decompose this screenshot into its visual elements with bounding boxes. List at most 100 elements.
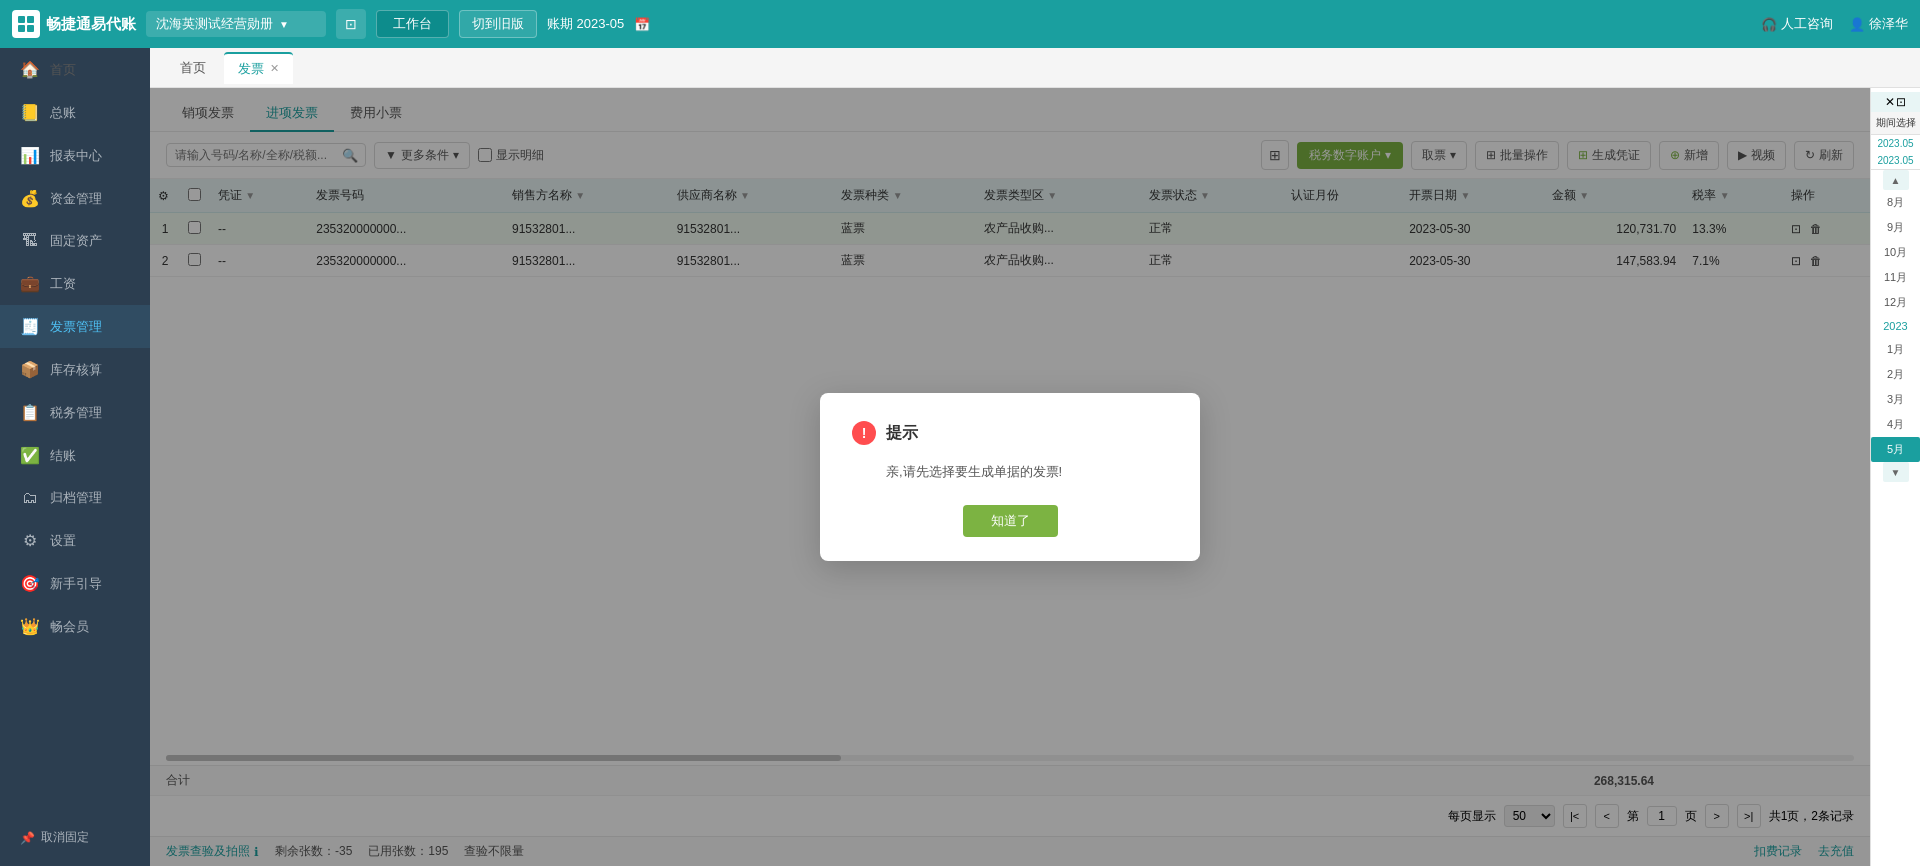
period-label: 账期 2023-05 (547, 15, 624, 33)
modal-body: 亲,请先选择要生成单据的发票! (852, 463, 1168, 481)
tab-home-label: 首页 (180, 59, 206, 77)
user-item[interactable]: 👤 徐泽华 (1849, 15, 1908, 33)
company-copy-icon[interactable]: ⊡ (336, 9, 366, 39)
tab-invoice[interactable]: 发票 ✕ (224, 52, 293, 84)
period-header-2: 2023.05 (1871, 152, 1920, 170)
period-12[interactable]: 12月 (1871, 290, 1920, 315)
sidebar-label-member: 畅会员 (50, 618, 89, 636)
support-label: 人工咨询 (1781, 15, 1833, 33)
top-right-area: 🎧 人工咨询 👤 徐泽华 (1761, 15, 1908, 33)
sidebar-item-inventory[interactable]: 📦 库存核算 (0, 348, 150, 391)
period-1[interactable]: 1月 (1871, 337, 1920, 362)
sidebar-item-home[interactable]: 🏠 首页 (0, 48, 150, 91)
modal-title-bar: ! 提示 (852, 421, 1168, 445)
sidebar-item-reports[interactable]: 📊 报表中心 (0, 134, 150, 177)
salary-icon: 💼 (20, 274, 40, 293)
modal-title-text: 提示 (886, 423, 918, 444)
app-title: 畅捷通易代账 (46, 15, 136, 34)
sidebar-label-inventory: 库存核算 (50, 361, 102, 379)
archive-icon: 🗂 (20, 489, 40, 507)
app-container: 畅捷通易代账 沈海英测试经营勋册 ▼ ⊡ 工作台 切到旧版 账期 2023-05… (0, 0, 1920, 866)
period-3[interactable]: 3月 (1871, 387, 1920, 412)
modal-ok-button[interactable]: 知道了 (963, 505, 1058, 537)
period-scroll-down[interactable]: ▼ (1883, 462, 1909, 482)
support-item[interactable]: 🎧 人工咨询 (1761, 15, 1833, 33)
sidebar-item-guide[interactable]: 🎯 新手引导 (0, 562, 150, 605)
warning-symbol: ! (862, 425, 867, 441)
content-wrapper: 首页 发票 ✕ 销项发票 进项发票 (150, 48, 1920, 866)
sidebar-item-funds[interactable]: 💰 资金管理 (0, 177, 150, 220)
period-8[interactable]: 8月 (1871, 190, 1920, 215)
modal-message: 亲,请先选择要生成单据的发票! (886, 464, 1062, 479)
tab-invoice-label: 发票 (238, 60, 264, 78)
sidebar-label-settings: 设置 (50, 532, 76, 550)
modal-overlay: ! 提示 亲,请先选择要生成单据的发票! 知道了 (150, 88, 1870, 866)
sidebar-item-invoice[interactable]: 🧾 发票管理 (0, 305, 150, 348)
sidebar: 🏠 首页 📒 总账 📊 报表中心 💰 资金管理 🏗 固定资产 💼 工资 (0, 48, 150, 866)
period-11[interactable]: 11月 (1871, 265, 1920, 290)
sidebar-label-ledger: 总账 (50, 104, 76, 122)
period-scroll-up[interactable]: ▲ (1883, 170, 1909, 190)
switch-version-button[interactable]: 切到旧版 (459, 10, 537, 38)
pin-icon: 📌 (20, 831, 35, 845)
settings-icon: ⚙ (20, 531, 40, 550)
period-10[interactable]: 10月 (1871, 240, 1920, 265)
company-selector[interactable]: 沈海英测试经营勋册 ▼ (146, 11, 326, 37)
modal-dialog: ! 提示 亲,请先选择要生成单据的发票! 知道了 (820, 393, 1200, 561)
page-content: 销项发票 进项发票 费用小票 🔍 (150, 88, 1870, 866)
home-icon: 🏠 (20, 60, 40, 79)
sidebar-label-archive: 归档管理 (50, 489, 102, 507)
member-icon: 👑 (20, 617, 40, 636)
tab-home[interactable]: 首页 (166, 53, 220, 83)
workspace-button[interactable]: 工作台 (376, 10, 449, 38)
reports-icon: 📊 (20, 146, 40, 165)
guide-icon: 🎯 (20, 574, 40, 593)
period-year-2023[interactable]: 2023 (1871, 315, 1920, 337)
period-2[interactable]: 2月 (1871, 362, 1920, 387)
sidebar-label-home: 首页 (50, 61, 76, 79)
panel-close-expand: ✕ ⊡ (1871, 92, 1920, 112)
sidebar-item-checkout[interactable]: ✅ 结账 (0, 434, 150, 477)
sidebar-item-tax[interactable]: 📋 税务管理 (0, 391, 150, 434)
period-5-active[interactable]: 5月 (1871, 437, 1920, 462)
period-selector-label: 期间选择 (1871, 112, 1920, 135)
sidebar-label-tax: 税务管理 (50, 404, 102, 422)
svg-rect-2 (18, 25, 25, 32)
sidebar-item-assets[interactable]: 🏗 固定资产 (0, 220, 150, 262)
sidebar-label-checkout: 结账 (50, 447, 76, 465)
calendar-icon[interactable]: 📅 (634, 17, 650, 32)
tab-close-icon[interactable]: ✕ (270, 62, 279, 75)
checkout-icon: ✅ (20, 446, 40, 465)
user-icon: 👤 (1849, 17, 1865, 32)
svg-rect-1 (27, 16, 34, 23)
invoice-icon: 🧾 (20, 317, 40, 336)
close-panel-icon[interactable]: ✕ (1885, 95, 1895, 109)
sidebar-item-member[interactable]: 👑 畅会员 (0, 605, 150, 648)
sidebar-item-salary[interactable]: 💼 工资 (0, 262, 150, 305)
sidebar-bottom: 📌 取消固定 (0, 809, 150, 866)
svg-rect-0 (18, 16, 25, 23)
sidebar-item-settings[interactable]: ⚙ 设置 (0, 519, 150, 562)
period-panel: ✕ ⊡ 期间选择 2023.05 2023.05 ▲ 8月 9月 10月 11月… (1870, 88, 1920, 866)
cancel-fixed-label: 取消固定 (41, 829, 89, 846)
assets-icon: 🏗 (20, 232, 40, 250)
period-9[interactable]: 9月 (1871, 215, 1920, 240)
user-name: 徐泽华 (1869, 15, 1908, 33)
svg-rect-3 (27, 25, 34, 32)
period-header-1: 2023.05 (1871, 135, 1920, 152)
ledger-icon: 📒 (20, 103, 40, 122)
cancel-fixed-btn[interactable]: 📌 取消固定 (0, 819, 150, 856)
app-logo: 畅捷通易代账 (12, 10, 136, 38)
sidebar-item-ledger[interactable]: 📒 总账 (0, 91, 150, 134)
sidebar-label-funds: 资金管理 (50, 190, 102, 208)
expand-panel-icon[interactable]: ⊡ (1896, 95, 1906, 109)
modal-footer: 知道了 (852, 505, 1168, 537)
period-4[interactable]: 4月 (1871, 412, 1920, 437)
inventory-icon: 📦 (20, 360, 40, 379)
main-area: 🏠 首页 📒 总账 📊 报表中心 💰 资金管理 🏗 固定资产 💼 工资 (0, 48, 1920, 866)
sidebar-item-archive[interactable]: 🗂 归档管理 (0, 477, 150, 519)
tab-bar: 首页 发票 ✕ (150, 48, 1920, 88)
sidebar-label-reports: 报表中心 (50, 147, 102, 165)
page-and-panels: 销项发票 进项发票 费用小票 🔍 (150, 88, 1920, 866)
sidebar-label-salary: 工资 (50, 275, 76, 293)
